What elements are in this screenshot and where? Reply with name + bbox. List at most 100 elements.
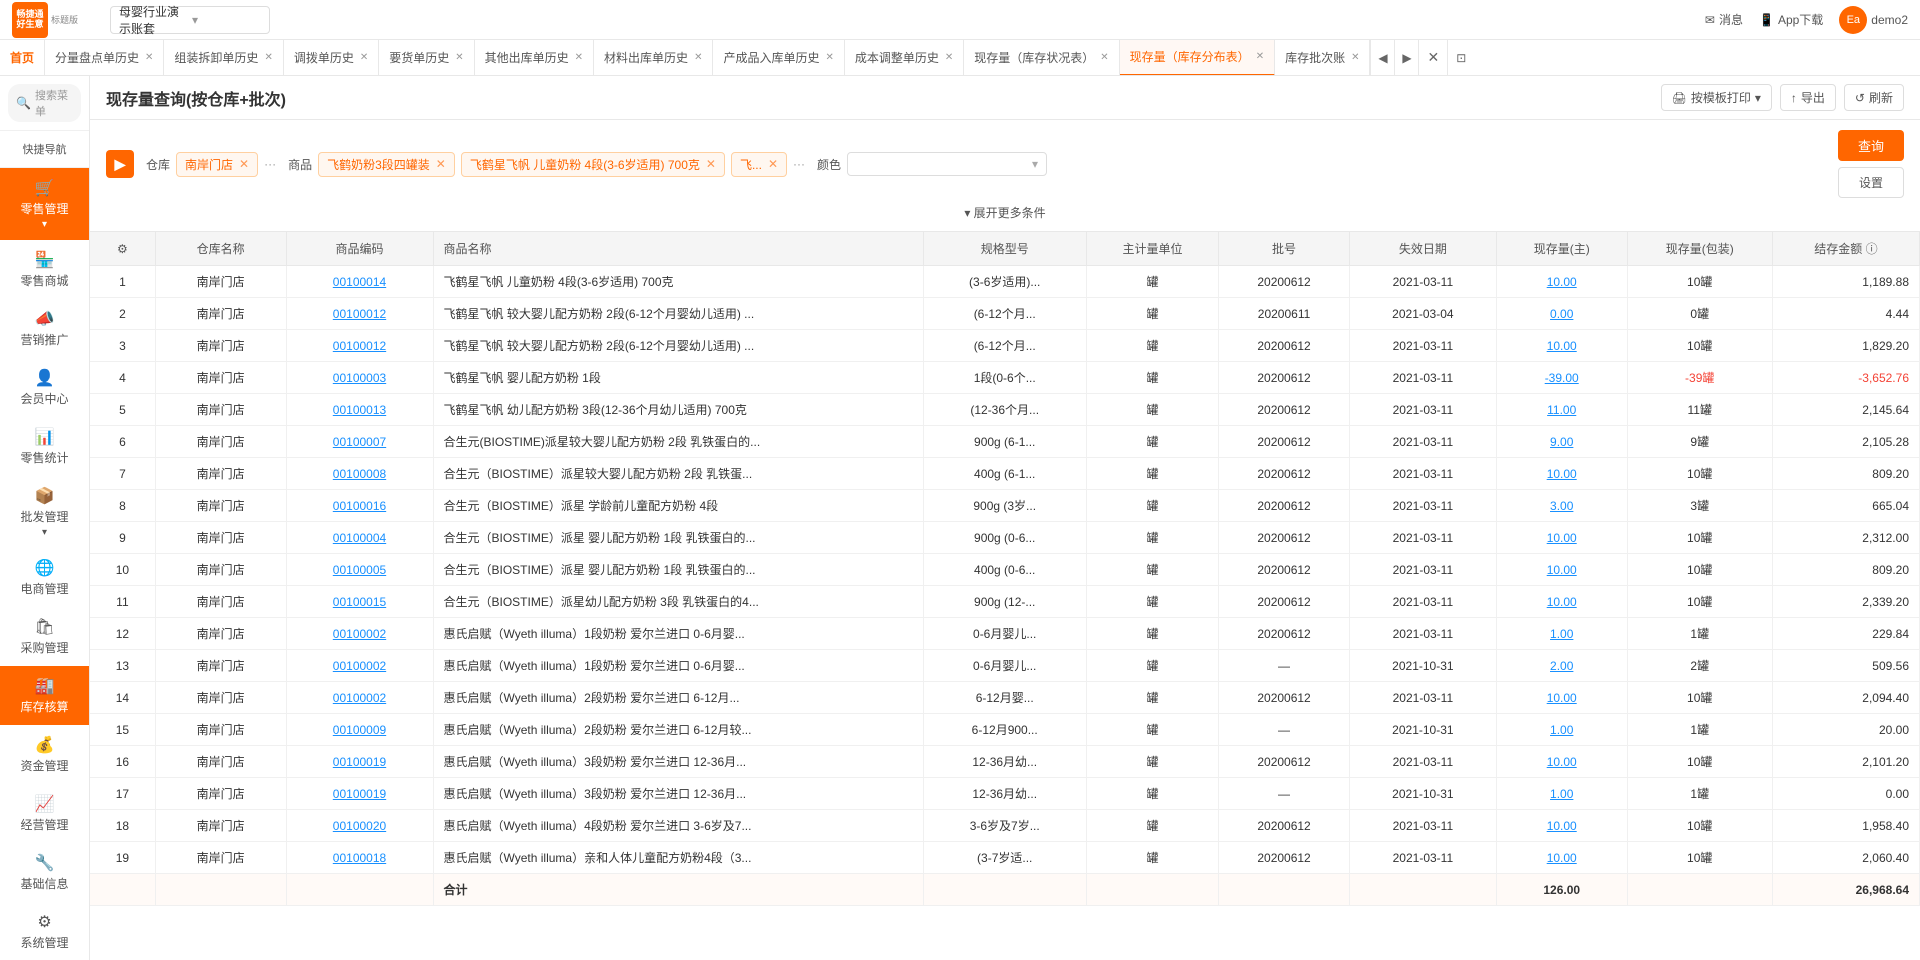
- tab-home[interactable]: 首页: [0, 40, 45, 76]
- product-filter-tag-2[interactable]: 飞鹤星飞帆 儿童奶粉 4段(3-6岁适用) 700克 ✕: [461, 152, 725, 177]
- sidebar-item-wholesale[interactable]: 📦 批发管理 ▾: [0, 476, 89, 548]
- qty-main-cell[interactable]: 10.00: [1496, 458, 1627, 490]
- qty-main-cell[interactable]: 10.00: [1496, 842, 1627, 874]
- qty-main-cell[interactable]: 10.00: [1496, 554, 1627, 586]
- tab-batch[interactable]: 库存批次账 ✕: [1275, 40, 1370, 76]
- message-button[interactable]: ✉ 消息: [1705, 11, 1743, 28]
- tab-close-icon[interactable]: ✕: [694, 52, 702, 63]
- warehouse-more-icon[interactable]: ···: [264, 157, 276, 171]
- sidebar-item-finance[interactable]: 💰 资金管理: [0, 725, 89, 784]
- user-avatar[interactable]: Ea demo2: [1839, 6, 1908, 34]
- tab-group[interactable]: 组装拆卸单历史 ✕: [164, 40, 283, 76]
- sidebar-item-basic[interactable]: 🔧 基础信息: [0, 843, 89, 902]
- product-more-icon[interactable]: ···: [793, 157, 805, 171]
- code-cell[interactable]: 00100019: [286, 746, 433, 778]
- tab-close-icon[interactable]: ✕: [264, 52, 272, 63]
- code-cell[interactable]: 00100015: [286, 586, 433, 618]
- qty-main-cell[interactable]: 10.00: [1496, 266, 1627, 298]
- tab-next-button[interactable]: ▶: [1394, 40, 1418, 76]
- code-cell[interactable]: 00100020: [286, 810, 433, 842]
- org-dropdown[interactable]: 母婴行业演示账套 ▾: [110, 6, 270, 34]
- tab-close-icon[interactable]: ✕: [1256, 51, 1264, 62]
- tab-close-icon[interactable]: ✕: [1100, 52, 1108, 63]
- code-cell[interactable]: 00100012: [286, 298, 433, 330]
- qty-main-cell[interactable]: 10.00: [1496, 810, 1627, 842]
- sidebar-item-system[interactable]: ⚙ 系统管理: [0, 902, 89, 960]
- sidebar-item-ecommerce[interactable]: 🌐 电商管理: [0, 548, 89, 607]
- tab-close-all-button[interactable]: ✕: [1418, 40, 1447, 76]
- settings-button[interactable]: 设置: [1838, 167, 1904, 198]
- tab-close-icon[interactable]: ✕: [575, 52, 583, 63]
- code-cell[interactable]: 00100004: [286, 522, 433, 554]
- tab-req[interactable]: 要货单历史 ✕: [379, 40, 474, 76]
- print-button[interactable]: 🖨 按模板打印 ▾: [1661, 84, 1772, 111]
- search-menu-button[interactable]: 🔍 搜索菜单: [8, 84, 81, 122]
- qty-main-cell[interactable]: 1.00: [1496, 778, 1627, 810]
- tab-close-icon[interactable]: ✕: [1351, 52, 1359, 63]
- code-cell[interactable]: 00100005: [286, 554, 433, 586]
- code-cell[interactable]: 00100002: [286, 618, 433, 650]
- tab-prev-button[interactable]: ◀: [1370, 40, 1394, 76]
- query-button[interactable]: 查询: [1838, 130, 1904, 161]
- qty-main-cell[interactable]: 10.00: [1496, 330, 1627, 362]
- export-button[interactable]: ↑ 导出: [1780, 84, 1836, 111]
- qty-main-cell[interactable]: 9.00: [1496, 426, 1627, 458]
- tab-close-icon[interactable]: ✕: [455, 52, 463, 63]
- code-cell[interactable]: 00100019: [286, 778, 433, 810]
- qty-main-cell[interactable]: 10.00: [1496, 586, 1627, 618]
- app-download-button[interactable]: 📱 App下载: [1759, 11, 1823, 28]
- qty-main-cell[interactable]: 3.00: [1496, 490, 1627, 522]
- tab-stock1[interactable]: 现存量（库存状况表） ✕: [964, 40, 1119, 76]
- tab-produce[interactable]: 产成品入库单历史 ✕: [713, 40, 844, 76]
- qty-main-cell[interactable]: -39.00: [1496, 362, 1627, 394]
- sidebar-item-retail-stats[interactable]: 📊 零售统计: [0, 417, 89, 476]
- qty-main-cell[interactable]: 11.00: [1496, 394, 1627, 426]
- product-tag-close-icon[interactable]: ✕: [768, 157, 778, 171]
- qty-main-cell[interactable]: 10.00: [1496, 522, 1627, 554]
- warehouse-tag-close-icon[interactable]: ✕: [239, 157, 249, 171]
- code-cell[interactable]: 00100013: [286, 394, 433, 426]
- tab-other[interactable]: 其他出库单历史 ✕: [475, 40, 594, 76]
- tab-stock2[interactable]: 现存量（库存分布表） ✕: [1120, 40, 1275, 76]
- qty-main-cell[interactable]: 2.00: [1496, 650, 1627, 682]
- code-cell[interactable]: 00100003: [286, 362, 433, 394]
- sidebar-item-purchase[interactable]: 🛍 采购管理: [0, 607, 89, 666]
- code-cell[interactable]: 00100012: [286, 330, 433, 362]
- code-cell[interactable]: 00100002: [286, 682, 433, 714]
- qty-main-cell[interactable]: 1.00: [1496, 714, 1627, 746]
- qty-main-cell[interactable]: 10.00: [1496, 682, 1627, 714]
- settings-col-header[interactable]: ⚙: [90, 232, 155, 266]
- tab-close-icon[interactable]: ✕: [825, 52, 833, 63]
- tab-split[interactable]: 分量盘点单历史 ✕: [45, 40, 164, 76]
- code-cell[interactable]: 00100014: [286, 266, 433, 298]
- qty-main-cell[interactable]: 1.00: [1496, 618, 1627, 650]
- qty-main-cell[interactable]: 10.00: [1496, 746, 1627, 778]
- warehouse-filter-tag[interactable]: 南岸门店 ✕: [176, 152, 258, 177]
- sidebar-item-retail-mgmt[interactable]: 🛒 零售管理 ▾: [0, 168, 89, 240]
- tab-close-icon[interactable]: ✕: [945, 52, 953, 63]
- quick-nav-button[interactable]: 快捷导航: [0, 135, 89, 163]
- tab-close-icon[interactable]: ✕: [360, 52, 368, 63]
- product-filter-tag-3[interactable]: 飞... ✕: [731, 152, 787, 177]
- filter-expand-button[interactable]: ▶: [106, 150, 134, 178]
- tab-cost[interactable]: 成本调整单历史 ✕: [845, 40, 964, 76]
- sidebar-item-marketing[interactable]: 📣 营销推广: [0, 299, 89, 358]
- product-tag-close-icon[interactable]: ✕: [436, 157, 446, 171]
- tab-material[interactable]: 材料出库单历史 ✕: [594, 40, 713, 76]
- code-cell[interactable]: 00100018: [286, 842, 433, 874]
- sidebar-item-operation[interactable]: 📈 经营管理: [0, 784, 89, 843]
- qty-main-cell[interactable]: 0.00: [1496, 298, 1627, 330]
- code-cell[interactable]: 00100008: [286, 458, 433, 490]
- code-cell[interactable]: 00100016: [286, 490, 433, 522]
- tab-close-icon[interactable]: ✕: [145, 52, 153, 63]
- sidebar-item-member[interactable]: 👤 会员中心: [0, 358, 89, 417]
- code-cell[interactable]: 00100009: [286, 714, 433, 746]
- product-tag-close-icon[interactable]: ✕: [706, 157, 716, 171]
- expand-more-button[interactable]: ▾ 展开更多条件: [106, 204, 1904, 221]
- tab-adjust[interactable]: 调拨单历史 ✕: [284, 40, 379, 76]
- product-filter-tag-1[interactable]: 飞鹤奶粉3段四罐装 ✕: [318, 152, 455, 177]
- code-cell[interactable]: 00100007: [286, 426, 433, 458]
- refresh-button[interactable]: ↺ 刷新: [1844, 84, 1904, 111]
- color-filter-input[interactable]: ▾: [847, 152, 1047, 176]
- code-cell[interactable]: 00100002: [286, 650, 433, 682]
